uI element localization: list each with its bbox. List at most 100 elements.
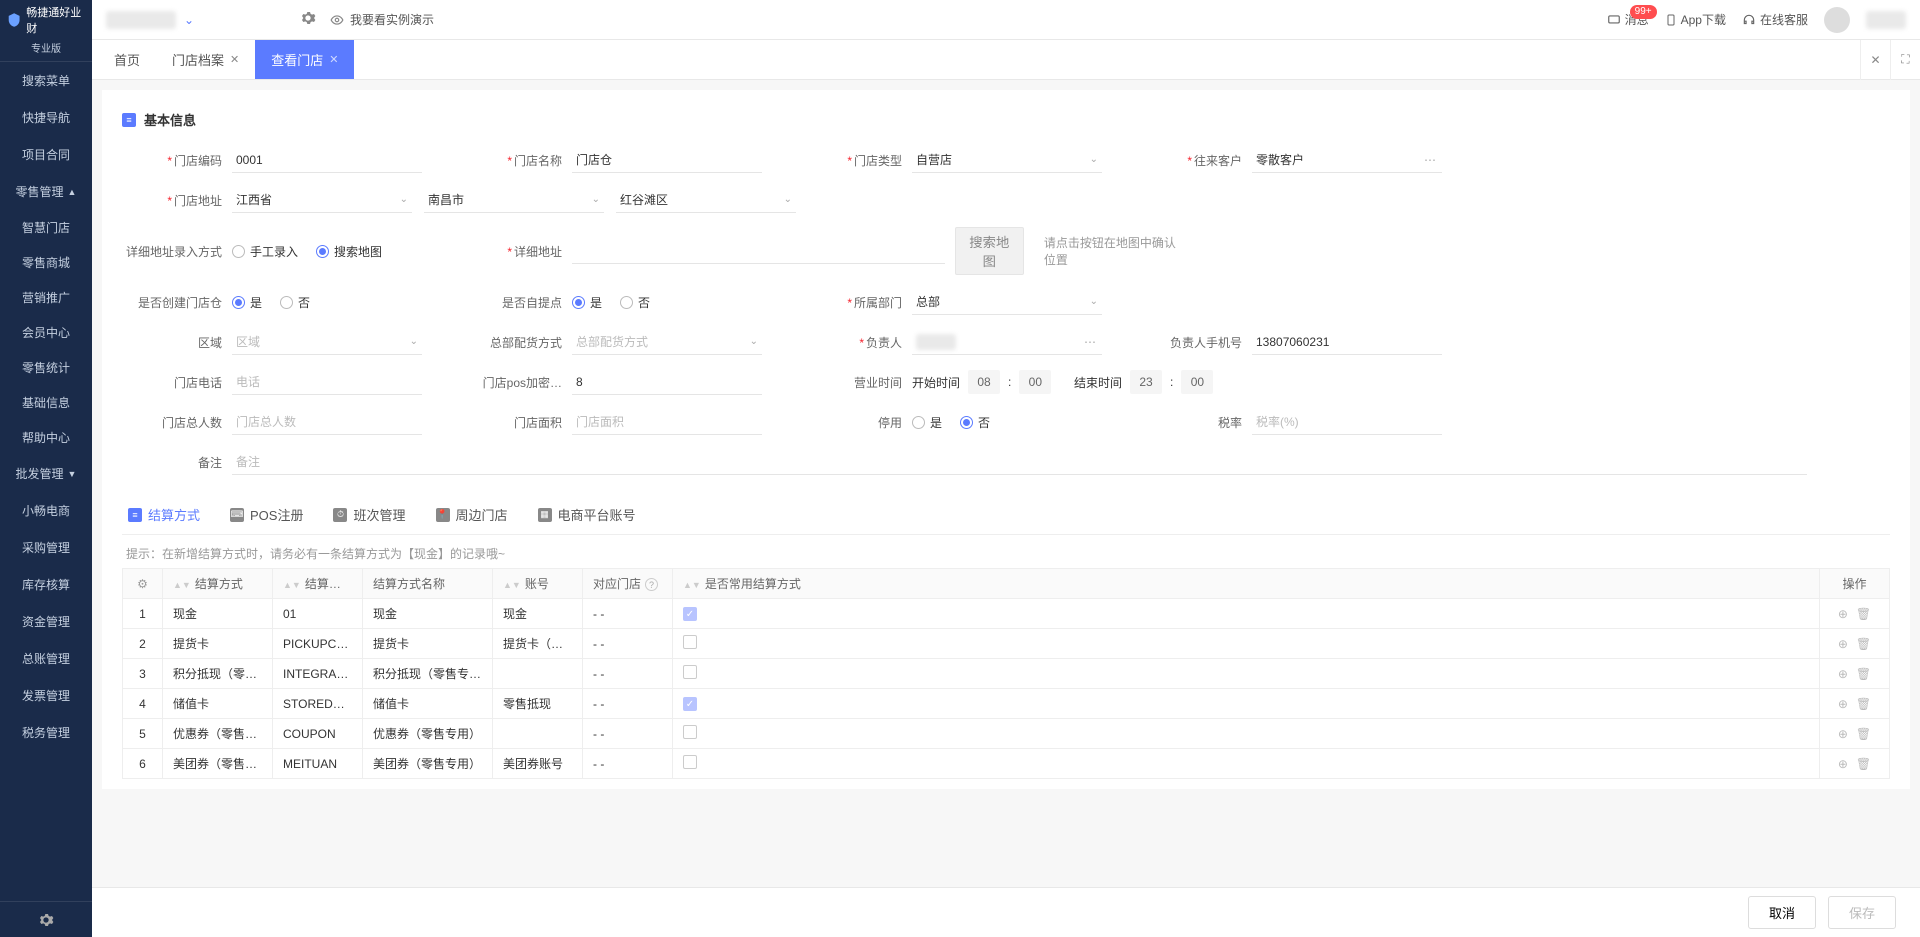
org-selector[interactable]: xxxxx ⌄ (106, 11, 286, 29)
common-checkbox[interactable]: ✓ (683, 697, 697, 711)
customer-service-button[interactable]: 在线客服 (1742, 11, 1808, 28)
subtab-0[interactable]: ≡结算方式 (126, 495, 202, 534)
sidebar-item-7[interactable]: 会员中心 (0, 315, 92, 350)
sidebar-item-8[interactable]: 零售统计 (0, 350, 92, 385)
sidebar-item-6[interactable]: 营销推广 (0, 280, 92, 315)
sort-icon[interactable]: ▲▼ (173, 583, 191, 588)
customer-select[interactable]: 零散客户⋯ (1252, 147, 1442, 173)
detail-address-input[interactable] (572, 238, 945, 264)
sort-icon[interactable]: ▲▼ (683, 583, 701, 588)
delete-row-icon[interactable]: 🗑 (1856, 667, 1871, 681)
dist-mode-select[interactable]: 总部配货方式⌄ (572, 329, 762, 355)
table-row[interactable]: 3积分抵现（零售…INTEGRA…积分抵现（零售专…- -⊕🗑 (123, 659, 1890, 689)
pos-pwd-input[interactable] (572, 369, 762, 395)
addr-mode-map-radio[interactable]: 搜索地图 (316, 243, 382, 260)
district-select[interactable]: 红谷滩区⌄ (616, 187, 796, 213)
add-row-icon[interactable]: ⊕ (1838, 727, 1848, 741)
sidebar-item-18[interactable]: 税务管理 (0, 714, 92, 751)
owner-select[interactable]: xx⋯ (912, 329, 1102, 355)
add-row-icon[interactable]: ⊕ (1838, 697, 1848, 711)
start-hour-input[interactable]: 08 (968, 370, 1000, 394)
tax-input[interactable] (1252, 409, 1442, 435)
tab-2[interactable]: 查看门店✕ (255, 40, 354, 79)
add-row-icon[interactable]: ⊕ (1838, 757, 1848, 771)
tab-close-icon[interactable]: ✕ (329, 53, 338, 66)
disabled-yes-radio[interactable]: 是 (912, 414, 942, 431)
sidebar-item-3[interactable]: 零售管理▲ (0, 173, 92, 210)
table-row[interactable]: 1现金01现金现金- -✓⊕🗑 (123, 599, 1890, 629)
store-phone-input[interactable] (232, 369, 422, 395)
sidebar-item-11[interactable]: 批发管理▼ (0, 455, 92, 492)
help-icon[interactable]: ? (645, 578, 658, 591)
area-input[interactable] (572, 409, 762, 435)
subtab-2[interactable]: ⏱班次管理 (331, 495, 407, 534)
add-row-icon[interactable]: ⊕ (1838, 607, 1848, 621)
owner-phone-input[interactable] (1252, 329, 1442, 355)
common-checkbox[interactable] (683, 665, 697, 679)
cancel-button[interactable]: 取消 (1748, 896, 1816, 929)
delete-row-icon[interactable]: 🗑 (1856, 697, 1871, 711)
end-min-input[interactable]: 00 (1181, 370, 1213, 394)
city-select[interactable]: 南昌市⌄ (424, 187, 604, 213)
settings-icon[interactable] (300, 10, 316, 29)
store-name-input[interactable] (572, 147, 762, 173)
sidebar-item-1[interactable]: 快捷导航 (0, 99, 92, 136)
sort-icon[interactable]: ▲▼ (503, 583, 521, 588)
table-gear-icon[interactable]: ⚙ (137, 577, 148, 591)
sidebar-item-4[interactable]: 智慧门店 (0, 210, 92, 245)
table-row[interactable]: 5优惠券（零售专…COUPON优惠券（零售专用）- -⊕🗑 (123, 719, 1890, 749)
content-scroll[interactable]: ≡ 基本信息 *门店编码 *门店名称 *门店类型 自营店⌄ (92, 80, 1920, 887)
sidebar-item-12[interactable]: 小畅电商 (0, 492, 92, 529)
subtab-3[interactable]: 📍周边门店 (434, 495, 510, 534)
sidebar-item-15[interactable]: 资金管理 (0, 603, 92, 640)
subtab-1[interactable]: ⌨POS注册 (228, 495, 305, 534)
sidebar-item-2[interactable]: 项目合同 (0, 136, 92, 173)
sidebar-item-14[interactable]: 库存核算 (0, 566, 92, 603)
sidebar-item-9[interactable]: 基础信息 (0, 385, 92, 420)
demo-link[interactable]: 我要看实例演示 (330, 11, 434, 28)
add-row-icon[interactable]: ⊕ (1838, 637, 1848, 651)
province-select[interactable]: 江西省⌄ (232, 187, 412, 213)
common-checkbox[interactable]: ✓ (683, 607, 697, 621)
add-row-icon[interactable]: ⊕ (1838, 667, 1848, 681)
sidebar-item-17[interactable]: 发票管理 (0, 677, 92, 714)
avatar[interactable] (1824, 7, 1850, 33)
delete-row-icon[interactable]: 🗑 (1856, 607, 1871, 621)
sidebar-item-0[interactable]: 搜索菜单 (0, 62, 92, 99)
remark-input[interactable] (232, 449, 1807, 475)
self-pickup-yes-radio[interactable]: 是 (572, 294, 602, 311)
delete-row-icon[interactable]: 🗑 (1856, 757, 1871, 771)
sidebar-item-16[interactable]: 总账管理 (0, 640, 92, 677)
region-select[interactable]: 区域⌄ (232, 329, 422, 355)
tab-close-icon[interactable]: ✕ (230, 53, 239, 66)
sidebar-item-13[interactable]: 采购管理 (0, 529, 92, 566)
department-select[interactable]: 总部⌄ (912, 289, 1102, 315)
subtab-4[interactable]: ▦电商平台账号 (536, 495, 638, 534)
table-row[interactable]: 4储值卡STORED…储值卡零售抵现- -✓⊕🗑 (123, 689, 1890, 719)
delete-row-icon[interactable]: 🗑 (1856, 727, 1871, 741)
messages-button[interactable]: 消息 99+ (1607, 11, 1649, 28)
table-row[interactable]: 2提货卡PICKUPC…提货卡提货卡（…- -⊕🗑 (123, 629, 1890, 659)
sort-icon[interactable]: ▲▼ (283, 583, 301, 588)
close-tab-button[interactable]: ✕ (1860, 40, 1890, 80)
store-type-select[interactable]: 自营店⌄ (912, 147, 1102, 173)
addr-mode-manual-radio[interactable]: 手工录入 (232, 243, 298, 260)
tab-0[interactable]: 首页 (98, 40, 156, 79)
save-button[interactable]: 保存 (1828, 896, 1896, 929)
fullscreen-button[interactable]: ⛶ (1890, 40, 1920, 80)
sidebar-item-10[interactable]: 帮助中心 (0, 420, 92, 455)
app-download-button[interactable]: App下载 (1665, 11, 1726, 28)
headcount-input[interactable] (232, 409, 422, 435)
common-checkbox[interactable] (683, 725, 697, 739)
create-wh-yes-radio[interactable]: 是 (232, 294, 262, 311)
self-pickup-no-radio[interactable]: 否 (620, 294, 650, 311)
start-min-input[interactable]: 00 (1019, 370, 1051, 394)
disabled-no-radio[interactable]: 否 (960, 414, 990, 431)
sidebar-settings[interactable] (0, 901, 92, 937)
common-checkbox[interactable] (683, 635, 697, 649)
create-wh-no-radio[interactable]: 否 (280, 294, 310, 311)
sidebar-item-5[interactable]: 零售商城 (0, 245, 92, 280)
common-checkbox[interactable] (683, 755, 697, 769)
table-row[interactable]: 6美团券（零售专…MEITUAN美团券（零售专用）美团券账号- -⊕🗑 (123, 749, 1890, 779)
tab-1[interactable]: 门店档案✕ (156, 40, 255, 79)
